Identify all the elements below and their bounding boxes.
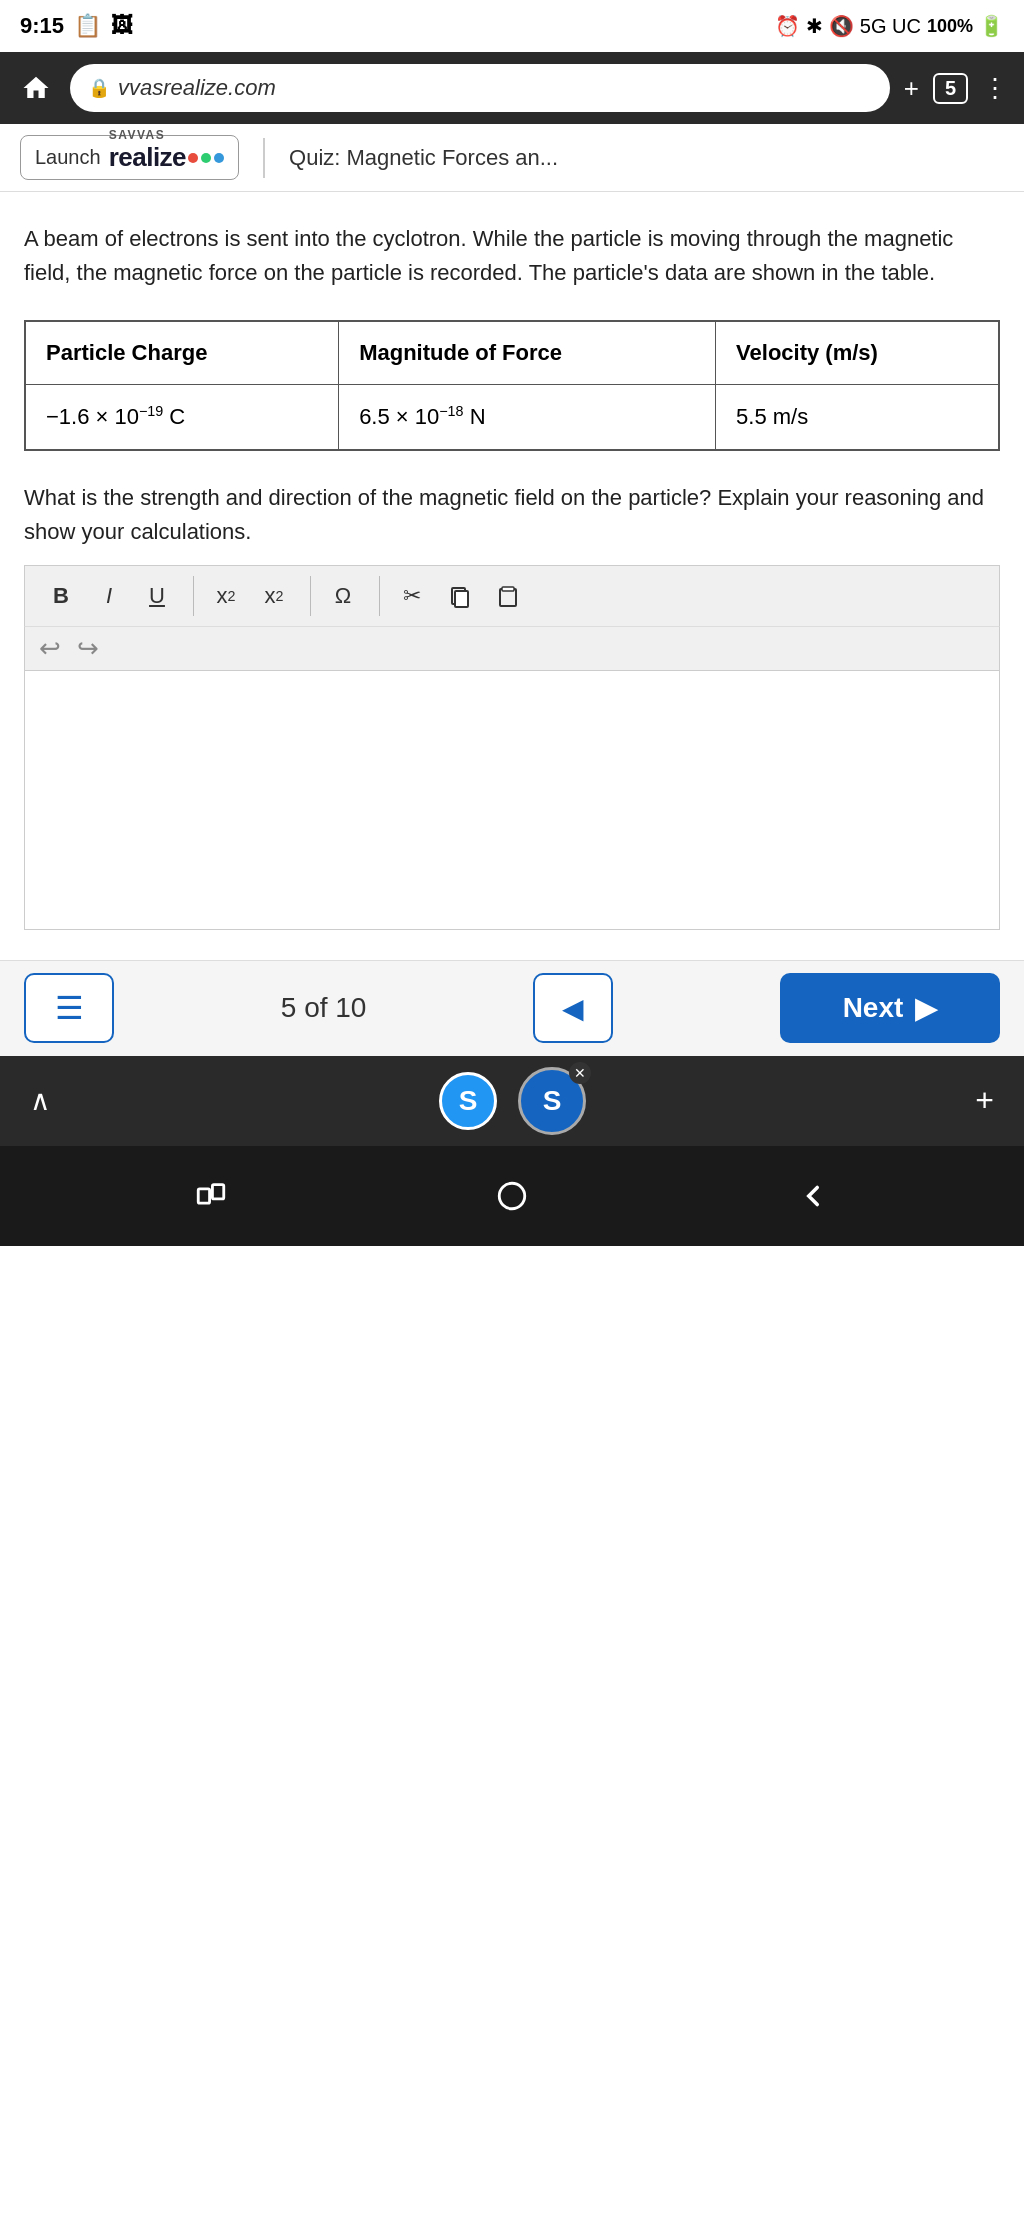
bold-button[interactable]: B <box>39 576 83 616</box>
add-tab-button[interactable]: + <box>904 73 919 104</box>
status-icon-sim: 📋 <box>74 13 101 39</box>
launch-button[interactable]: Launch SAVVAS realize <box>20 135 239 180</box>
data-table: Particle Charge Magnitude of Force Veloc… <box>24 320 1000 450</box>
mute-icon: 🔇 <box>829 14 854 38</box>
dot-blue <box>214 153 224 163</box>
svg-rect-6 <box>212 1184 223 1198</box>
table-header-velocity: Velocity (m/s) <box>716 321 999 385</box>
italic-button[interactable]: I <box>87 576 131 616</box>
answer-section: What is the strength and direction of th… <box>24 481 1000 930</box>
lock-icon: 🔒 <box>88 77 110 99</box>
answer-editor[interactable] <box>24 670 1000 930</box>
browser-url-text: vvasrealize.com <box>118 75 276 101</box>
realize-dots <box>188 153 224 163</box>
signal-label: 5G UC <box>860 15 921 38</box>
browser-actions: + 5 ⋮ <box>904 73 1008 104</box>
status-right: ⏰ ✱ 🔇 5G UC 100% 🔋 <box>775 14 1004 38</box>
launch-bar: Launch SAVVAS realize Quiz: Magnetic For… <box>0 124 1024 192</box>
quiz-title: Quiz: Magnetic Forces an... <box>289 145 558 171</box>
script-group: x2 x2 <box>204 576 311 616</box>
alarm-icon: ⏰ <box>775 14 800 38</box>
tab-count[interactable]: 5 <box>933 73 968 104</box>
omega-button[interactable]: Ω <box>321 576 365 616</box>
superscript-button[interactable]: x2 <box>204 576 248 616</box>
next-button[interactable]: Next ▶ <box>780 973 1000 1043</box>
clipboard-group: ✂ <box>390 576 544 616</box>
table-cell-charge: −1.6 × 10−19 C <box>25 385 339 450</box>
battery-label: 100% <box>927 16 973 37</box>
browser-bar: 🔒 vvasrealize.com + 5 ⋮ <box>0 52 1024 124</box>
subscript-button[interactable]: x2 <box>252 576 296 616</box>
status-icon-img: 🖼 <box>111 13 133 39</box>
table-cell-velocity: 5.5 m/s <box>716 385 999 450</box>
launch-label: Launch <box>35 146 101 169</box>
previous-button[interactable]: ◀ <box>533 973 613 1043</box>
browser-expand-button[interactable]: ∧ <box>30 1084 51 1117</box>
browser-bottom-center: S S ✕ <box>439 1066 587 1136</box>
active-shortcut-icon[interactable]: S ✕ <box>517 1066 587 1136</box>
dot-green <box>201 153 211 163</box>
underline-button[interactable]: U <box>135 576 179 616</box>
launch-separator <box>263 138 265 178</box>
svg-rect-4 <box>502 587 514 591</box>
list-icon: ☰ <box>55 989 84 1027</box>
editor-toolbar: B I U x2 x2 Ω ✂ <box>24 565 1000 626</box>
battery-icon: 🔋 <box>979 14 1004 38</box>
answer-question: What is the strength and direction of th… <box>24 481 1000 549</box>
redo-button[interactable]: ↪ <box>77 633 99 664</box>
copy-button[interactable] <box>438 576 482 616</box>
realize-logo: SAVVAS realize <box>109 142 224 173</box>
scissors-button[interactable]: ✂ <box>390 576 434 616</box>
undo-redo-row: ↩ ↪ <box>24 626 1000 670</box>
paste-button[interactable] <box>486 576 530 616</box>
status-time: 9:15 <box>20 13 64 39</box>
close-badge[interactable]: ✕ <box>569 1062 591 1084</box>
browser-url-bar[interactable]: 🔒 vvasrealize.com <box>70 64 890 112</box>
bottom-navigation: ☰ 5 of 10 ◀ Next ▶ <box>0 960 1024 1056</box>
shortcut-s-icon[interactable]: S <box>439 1072 497 1130</box>
nav-home-button[interactable] <box>495 1179 529 1213</box>
active-icon-label: S <box>543 1085 562 1117</box>
question-text: A beam of electrons is sent into the cyc… <box>24 222 1000 290</box>
format-group: B I U <box>39 576 194 616</box>
question-list-button[interactable]: ☰ <box>24 973 114 1043</box>
status-left: 9:15 📋 🖼 <box>20 13 133 39</box>
progress-indicator: 5 of 10 <box>281 992 367 1024</box>
nav-recent-button[interactable] <box>194 1179 228 1213</box>
realize-text: realize <box>109 142 186 173</box>
table-header-force: Magnitude of Force <box>339 321 716 385</box>
prev-arrow-icon: ◀ <box>562 992 584 1025</box>
svg-rect-1 <box>455 591 468 607</box>
system-nav-bar <box>0 1146 1024 1246</box>
browser-home-button[interactable] <box>16 68 56 108</box>
status-bar: 9:15 📋 🖼 ⏰ ✱ 🔇 5G UC 100% 🔋 <box>0 0 1024 52</box>
dot-red <box>188 153 198 163</box>
special-group: Ω <box>321 576 380 616</box>
svg-rect-5 <box>198 1189 209 1203</box>
nav-back-button[interactable] <box>796 1179 830 1213</box>
undo-button[interactable]: ↩ <box>39 633 61 664</box>
main-content: A beam of electrons is sent into the cyc… <box>0 192 1024 930</box>
bluetooth-icon: ✱ <box>806 14 823 38</box>
browser-add-button[interactable]: + <box>975 1082 994 1119</box>
table-cell-force: 6.5 × 10−18 N <box>339 385 716 450</box>
table-row: −1.6 × 10−19 C 6.5 × 10−18 N 5.5 m/s <box>25 385 999 450</box>
next-label: Next <box>843 992 904 1024</box>
browser-menu-button[interactable]: ⋮ <box>982 73 1008 104</box>
svg-point-7 <box>499 1183 525 1209</box>
savvas-label: SAVVAS <box>109 128 166 142</box>
browser-bottom-bar: ∧ S S ✕ + <box>0 1056 1024 1146</box>
next-arrow-icon: ▶ <box>915 992 937 1025</box>
table-header-charge: Particle Charge <box>25 321 339 385</box>
